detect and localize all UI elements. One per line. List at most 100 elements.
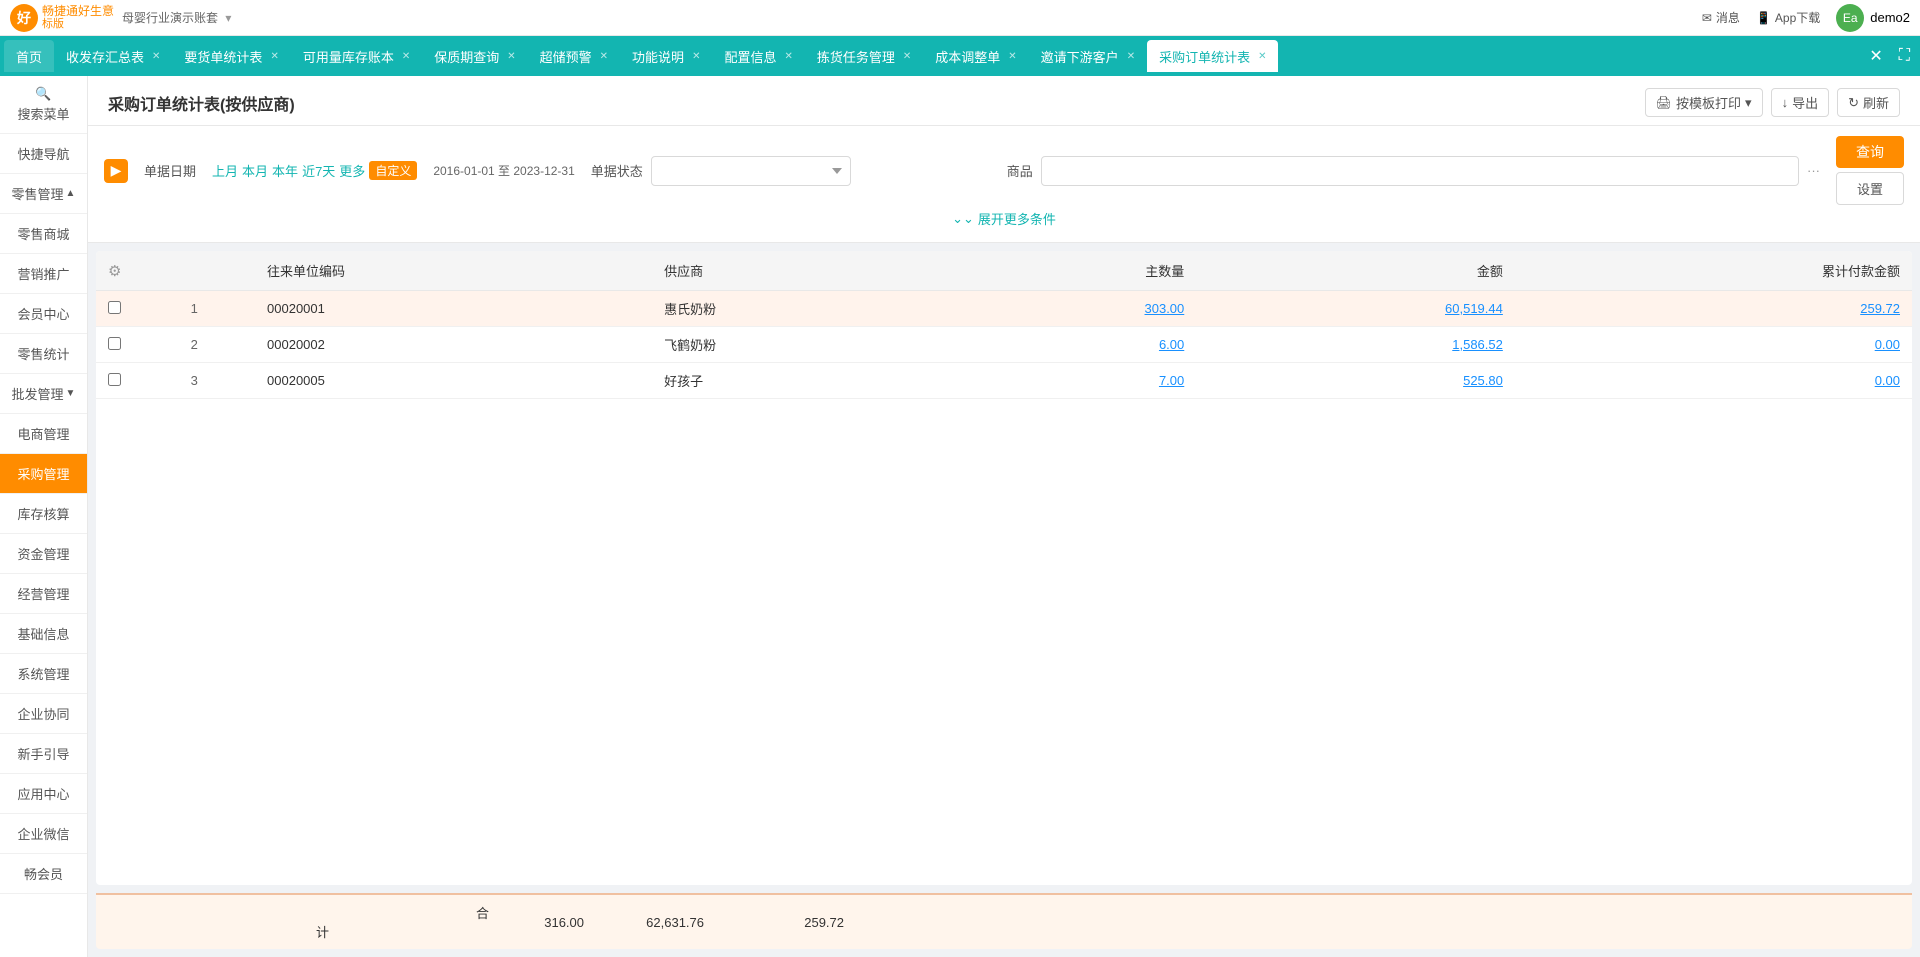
chevron-up-icon: ▲ — [66, 188, 76, 199]
tab-expiry-query[interactable]: 保质期查询 ✕ — [422, 40, 527, 72]
sidebar-item-enterprise[interactable]: 企业协同 — [0, 694, 87, 734]
date-this-year[interactable]: 本年 — [272, 161, 298, 180]
date-custom-button[interactable]: 自定义 — [369, 161, 417, 180]
tab-overstock-alert[interactable]: 超储预警 ✕ — [528, 40, 620, 72]
sidebar-item-system[interactable]: 系统管理 — [0, 654, 87, 694]
logo-area: 好 畅捷通好生意 标版 — [10, 4, 114, 32]
date-this-month[interactable]: 本月 — [242, 161, 268, 180]
logo-text: 畅捷通好生意 标版 — [42, 4, 114, 32]
sidebar-item-inventory[interactable]: 库存核算 — [0, 494, 87, 534]
message-icon: ✉ — [1702, 11, 1712, 25]
nav-tabs: 首页 收发存汇总表 ✕ 要货单统计表 ✕ 可用量库存账本 ✕ 保质期查询 ✕ 超… — [0, 36, 1920, 76]
nav-close-button[interactable]: ✕ — [1863, 44, 1888, 68]
content-area: 采购订单统计表(按供应商) 🖨 按模板打印 ▾ ↓ 导出 ↻ 刷新 — [88, 76, 1920, 957]
nav-expand-button[interactable]: ⛶ — [1893, 45, 1916, 67]
close-icon[interactable]: ✕ — [1008, 51, 1016, 62]
sidebar-item-purchase[interactable]: 采购管理 — [0, 454, 87, 494]
user-area[interactable]: Ea demo2 — [1836, 4, 1910, 32]
print-icon: 🖨 — [1656, 95, 1673, 111]
settings-button[interactable]: 设置 — [1836, 172, 1904, 205]
tab-function-desc[interactable]: 功能说明 ✕ — [620, 40, 712, 72]
date-shortcuts: 上月 本月 本年 近7天 更多 自定义 — [212, 161, 417, 180]
row-supplier: 好孩子 — [652, 363, 948, 399]
sidebar-item-retail-stats[interactable]: 零售统计 — [0, 334, 87, 374]
status-select[interactable] — [651, 156, 851, 186]
tab-home[interactable]: 首页 — [4, 40, 54, 72]
row-supplier: 飞鹤奶粉 — [652, 327, 948, 363]
search-icon: 🔍 — [35, 86, 51, 102]
tab-purchase-summary[interactable]: 采购订单统计表 ✕ — [1147, 40, 1278, 72]
app-download-button[interactable]: 📱 App下载 — [1756, 9, 1820, 26]
date-more[interactable]: 更多 — [339, 161, 365, 180]
close-icon[interactable]: ✕ — [402, 51, 410, 62]
tab-pick-task[interactable]: 拣货任务管理 ✕ — [805, 40, 923, 72]
table-body: 1 00020001 惠氏奶粉 303.00 60,519.44 259.72 … — [96, 291, 1912, 399]
sidebar-item-app-center[interactable]: 应用中心 — [0, 774, 87, 814]
app-icon: 📱 — [1756, 11, 1771, 25]
close-icon[interactable]: ✕ — [1258, 51, 1266, 62]
tab-config-info[interactable]: 配置信息 ✕ — [712, 40, 804, 72]
close-icon[interactable]: ✕ — [903, 51, 911, 62]
row-amount: 60,519.44 — [1196, 291, 1515, 327]
tab-cost-adjust[interactable]: 成本调整单 ✕ — [923, 40, 1028, 72]
template-print-button[interactable]: 🖨 按模板打印 ▾ — [1645, 88, 1763, 117]
export-icon: ↓ — [1782, 95, 1789, 110]
th-index — [133, 251, 255, 291]
table-footer: 合计 316.00 62,631.76 259.72 — [96, 893, 1912, 949]
sidebar-item-basic-info[interactable]: 基础信息 — [0, 614, 87, 654]
export-button[interactable]: ↓ 导出 — [1771, 88, 1830, 117]
close-icon[interactable]: ✕ — [600, 51, 608, 62]
close-icon[interactable]: ✕ — [692, 51, 700, 62]
dropdown-arrow-icon[interactable]: ▾ — [225, 11, 231, 25]
search-button[interactable]: 查询 — [1836, 136, 1904, 168]
goods-label: 商品 — [1007, 161, 1033, 180]
message-button[interactable]: ✉ 消息 — [1702, 9, 1740, 26]
row-checkbox[interactable] — [96, 327, 133, 363]
close-icon[interactable]: ✕ — [784, 51, 792, 62]
goods-filter-wrap: 商品 ··· — [1007, 156, 1820, 186]
th-amount: 金额 — [1196, 251, 1515, 291]
row-amount: 1,586.52 — [1196, 327, 1515, 363]
refresh-button[interactable]: ↻ 刷新 — [1837, 88, 1900, 117]
row-paid: 0.00 — [1515, 363, 1912, 399]
sidebar-item-quicknav[interactable]: 快捷导航 — [0, 134, 87, 174]
goods-more-icon[interactable]: ··· — [1807, 163, 1820, 178]
tab-invite-downstream[interactable]: 邀请下游客户 ✕ — [1029, 40, 1147, 72]
status-filter-wrap: 单据状态 — [591, 156, 991, 186]
action-buttons: 查询 设置 — [1836, 136, 1904, 205]
sidebar-item-retail[interactable]: 零售管理 ▲ — [0, 174, 87, 214]
row-unit-code: 00020005 — [255, 363, 652, 399]
tab-inventory-book[interactable]: 可用量库存账本 ✕ — [291, 40, 422, 72]
sidebar-item-member[interactable]: 会员中心 — [0, 294, 87, 334]
sidebar-item-search[interactable]: 🔍 搜索菜单 — [0, 76, 87, 134]
page-header: 采购订单统计表(按供应商) 🖨 按模板打印 ▾ ↓ 导出 ↻ 刷新 — [88, 76, 1920, 126]
date-last-month[interactable]: 上月 — [212, 161, 238, 180]
tab-order-summary[interactable]: 要货单统计表 ✕ — [172, 40, 290, 72]
data-table: ⚙ 往来单位编码 供应商 主数量 金额 累计付款金额 1 00020001 惠氏… — [96, 251, 1912, 399]
sidebar-item-wechat[interactable]: 企业微信 — [0, 814, 87, 854]
row-quantity: 303.00 — [948, 291, 1196, 327]
tab-receivable[interactable]: 收发存汇总表 ✕ — [54, 40, 172, 72]
close-icon[interactable]: ✕ — [152, 51, 160, 62]
row-checkbox[interactable] — [96, 363, 133, 399]
th-unit-code: 往来单位编码 — [255, 251, 652, 291]
close-icon[interactable]: ✕ — [507, 51, 515, 62]
sidebar-item-retail-store[interactable]: 零售商城 — [0, 214, 87, 254]
close-icon[interactable]: ✕ — [1127, 51, 1135, 62]
close-icon[interactable]: ✕ — [270, 51, 278, 62]
refresh-icon: ↻ — [1848, 95, 1859, 111]
sidebar-item-operations[interactable]: 经营管理 — [0, 574, 87, 614]
goods-input[interactable] — [1041, 156, 1799, 186]
sidebar-item-finance[interactable]: 资金管理 — [0, 534, 87, 574]
row-checkbox[interactable] — [96, 291, 133, 327]
expand-more-button[interactable]: ⌄⌄ 展开更多条件 — [952, 209, 1056, 228]
sidebar-item-ecommerce[interactable]: 电商管理 — [0, 414, 87, 454]
sidebar-item-wholesale[interactable]: 批发管理 ▼ — [0, 374, 87, 414]
sidebar-item-marketing[interactable]: 营销推广 — [0, 254, 87, 294]
sidebar-item-new-guide[interactable]: 新手引导 — [0, 734, 87, 774]
filter-toggle-button[interactable]: ▶ — [104, 159, 128, 183]
date-last-7-days[interactable]: 近7天 — [302, 161, 335, 180]
sidebar-item-vip[interactable]: 畅会员 — [0, 854, 87, 894]
column-settings-icon[interactable]: ⚙ — [108, 263, 121, 280]
th-settings: ⚙ — [96, 251, 133, 291]
